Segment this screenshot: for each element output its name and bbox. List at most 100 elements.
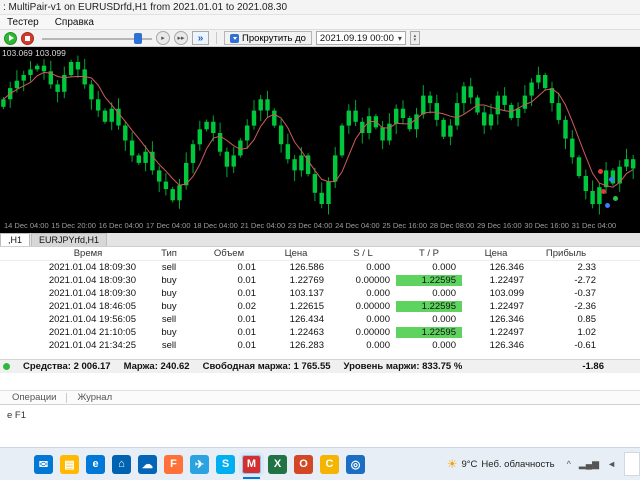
chrome-icon[interactable]: C xyxy=(320,454,339,474)
current-price-cell: 126.346 xyxy=(489,262,524,273)
edge-panel[interactable] xyxy=(624,452,640,476)
menu-help[interactable]: Справка xyxy=(55,17,94,28)
trade-row[interactable]: 2021.01.04 21:10:05 buy 0.01 1.22463 0.00000… xyxy=(0,326,640,339)
scroll-to-button[interactable]: Прокрутить до xyxy=(224,31,312,45)
column-header-profit[interactable]: Прибыль xyxy=(530,248,602,259)
open-price-cell: 126.586 xyxy=(289,262,324,273)
open-price-cell: 1.22463 xyxy=(289,327,324,338)
tab-journal[interactable]: Журнал xyxy=(77,392,112,403)
slider-thumb[interactable] xyxy=(134,32,143,44)
tp-cell: 0.000 xyxy=(432,288,456,299)
spinner-down-icon[interactable]: ▾ xyxy=(414,38,417,43)
time-cell: 2021.01.04 19:56:05 xyxy=(48,314,136,325)
step-icon: ▸ xyxy=(161,35,165,42)
profit-cell: -2.36 xyxy=(574,301,596,312)
menu-tester[interactable]: Тестер xyxy=(7,17,39,28)
tester-toolbar: ▸ ▸▸ » Прокрутить до 2021.09.19 00:00 ▾ … xyxy=(0,30,640,47)
trade-row[interactable]: 2021.01.04 18:46:05 buy 0.02 1.22615 0.00000… xyxy=(0,300,640,313)
chart-tab-usdjpy[interactable]: ,H1 xyxy=(0,233,31,246)
sl-cell: 0.00000 xyxy=(355,275,390,286)
trade-marker-icon xyxy=(609,177,614,182)
time-axis-label: 16 Dec 04:00 xyxy=(98,221,144,230)
column-header-price[interactable]: Цена xyxy=(262,248,330,259)
scroll-date-input[interactable]: 2021.09.19 00:00 ▾ xyxy=(315,31,406,45)
jump-forward-button[interactable]: ▸▸ xyxy=(174,31,188,45)
explorer-icon[interactable]: ▤ xyxy=(60,454,79,474)
window-titlebar: : MultiPair-v1 on EURUSDrfd,H1 from 2021… xyxy=(0,0,640,15)
time-axis-label: 24 Dec 04:00 xyxy=(335,221,380,230)
speed-slider[interactable] xyxy=(42,32,152,45)
candlestick-chart xyxy=(1,55,636,215)
trade-row[interactable]: 2021.01.04 18:09:30 buy 0.01 103.137 0.000 0.… xyxy=(0,287,640,300)
column-header-type[interactable]: Тип xyxy=(142,248,196,259)
mail-icon[interactable]: ✉ xyxy=(34,454,53,474)
column-header-time[interactable]: Время xyxy=(34,248,142,259)
scroll-date-value: 2021.09.19 00:00 xyxy=(319,32,394,44)
type-cell: sell xyxy=(161,262,177,273)
firefox-icon[interactable]: F xyxy=(164,454,183,474)
dropdown-caret-icon[interactable]: ▾ xyxy=(398,34,402,43)
trade-row[interactable]: 2021.01.04 18:09:30 buy 0.01 1.22769 0.00000… xyxy=(0,274,640,287)
date-spinner[interactable]: ▴ ▾ xyxy=(409,31,420,45)
telegram-icon[interactable]: ✈ xyxy=(190,454,209,474)
column-header-volume[interactable]: Объем xyxy=(196,248,262,259)
office-icon[interactable]: O xyxy=(294,454,313,474)
trade-marker-icon xyxy=(613,196,618,201)
price-chart[interactable]: 103.069 103.099 14 Dec 04:00 15 Dec 20:00… xyxy=(0,47,640,233)
status-indicator-icon xyxy=(3,363,10,370)
fast-forward-button[interactable]: » xyxy=(192,31,209,45)
volume-icon[interactable]: ◄ xyxy=(607,459,616,469)
window-title: : MultiPair-v1 on EURUSDrfd,H1 from 2021… xyxy=(3,1,288,13)
time-cell: 2021.01.04 18:09:30 xyxy=(48,288,136,299)
onedrive-icon[interactable]: ☁ xyxy=(138,454,157,474)
sl-cell: 0.00000 xyxy=(355,301,390,312)
weather-condition: Неб. облачность xyxy=(481,458,555,470)
sl-cell: 0.000 xyxy=(366,340,390,351)
tp-cell: 1.22595 xyxy=(396,275,462,286)
account-stat: Уровень маржи: 833.75 % xyxy=(343,361,463,372)
profit-cell: -0.37 xyxy=(574,288,596,299)
chart-tab-eurjpy[interactable]: EURJPYrfd,H1 xyxy=(31,233,108,246)
profit-cell: 0.85 xyxy=(577,314,597,325)
column-header-sl[interactable]: S / L xyxy=(330,248,396,259)
menu-bar: Тестер Справка xyxy=(0,15,640,30)
type-cell: buy xyxy=(161,301,177,312)
metatrader-icon[interactable]: M xyxy=(242,454,261,479)
taskbar: ✉ ▤ e ⌂ ☁ F ✈ S M X O C ◎ ☀ 9°C Неб. облачность ^ ▂▄… xyxy=(0,447,640,480)
chart-tab-bar: ,H1 EURJPYrfd,H1 xyxy=(0,233,640,247)
time-axis-label: 23 Dec 04:00 xyxy=(287,221,333,230)
column-header-price2[interactable]: Цена xyxy=(462,248,530,259)
time-cell: 2021.01.04 18:46:05 xyxy=(48,301,136,312)
floating-profit: -1.86 xyxy=(582,361,604,372)
open-price-cell: 103.137 xyxy=(289,288,324,299)
trade-row[interactable]: 2021.01.04 18:09:30 sell 0.01 126.586 0.000 0… xyxy=(0,261,640,274)
weather-widget[interactable]: ☀ 9°C Неб. облачность xyxy=(447,457,555,471)
tp-cell: 1.22595 xyxy=(396,301,462,312)
tab-divider xyxy=(66,392,68,403)
network-icon[interactable]: ▂▄▆ xyxy=(579,459,599,470)
profit-cell: 2.33 xyxy=(577,262,597,273)
tp-cell: 0.000 xyxy=(432,262,456,273)
tab-operations[interactable]: Операции xyxy=(12,392,56,403)
edge-icon[interactable]: e xyxy=(86,454,105,474)
current-price-cell: 126.346 xyxy=(489,314,524,325)
browser-icon[interactable]: ◎ xyxy=(346,454,365,474)
trade-marker-icon xyxy=(605,203,610,208)
tp-cell: 0.000 xyxy=(432,340,456,351)
store-icon[interactable]: ⌂ xyxy=(112,454,131,474)
tray-chevron-icon[interactable]: ^ xyxy=(567,459,571,469)
step-forward-button[interactable]: ▸ xyxy=(156,31,170,45)
column-header-tp[interactable]: T / P xyxy=(396,248,462,259)
table-header-row: Время Тип Объем Цена S / LT / P Цена Прибыль xyxy=(0,247,640,261)
stop-button[interactable] xyxy=(21,31,34,45)
toolbar-separator xyxy=(216,32,217,44)
trade-marker-icon xyxy=(601,189,606,194)
profit-cell: -2.72 xyxy=(574,275,596,286)
time-cell: 2021.01.04 18:09:30 xyxy=(48,275,136,286)
scroll-to-label: Прокрутить до xyxy=(242,32,306,44)
trade-row[interactable]: 2021.01.04 21:34:25 sell 0.01 126.283 0.000 0… xyxy=(0,339,640,352)
excel-icon[interactable]: X xyxy=(268,454,287,474)
skype-icon[interactable]: S xyxy=(216,454,235,474)
trade-row[interactable]: 2021.01.04 19:56:05 sell 0.01 126.434 0.000 0… xyxy=(0,313,640,326)
play-button[interactable] xyxy=(4,31,17,45)
